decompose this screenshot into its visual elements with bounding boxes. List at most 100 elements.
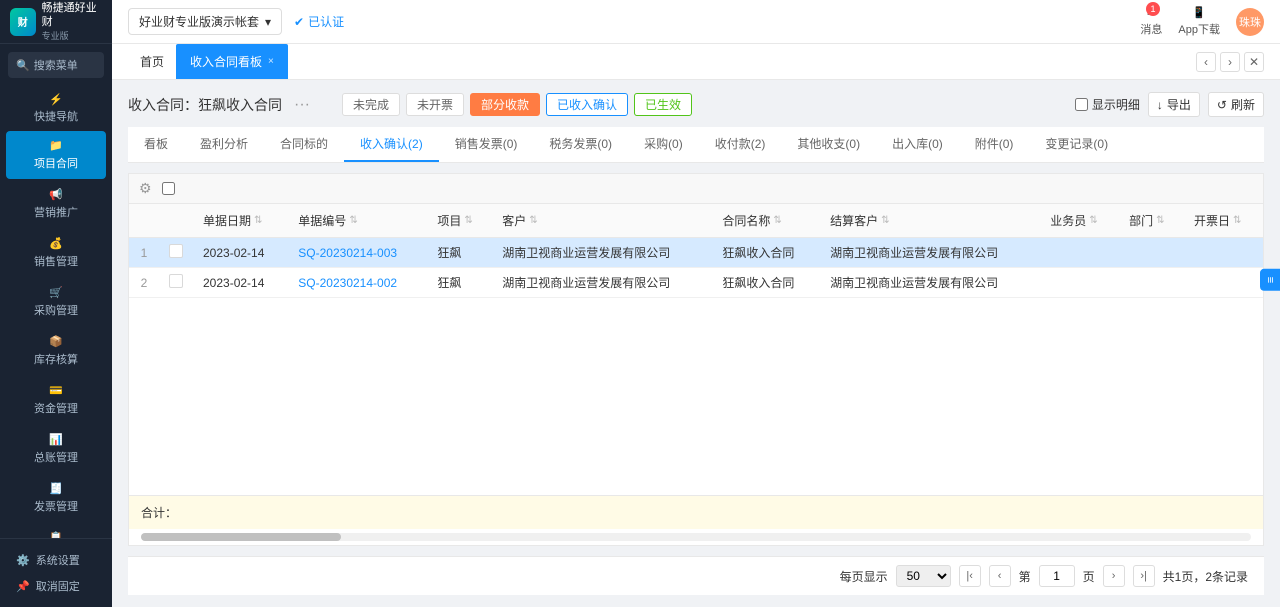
row-2-checkbox[interactable] <box>169 274 183 288</box>
tab-nav-buttons: ‹ › ✕ <box>1196 52 1264 72</box>
header-actions: 显示明细 ↓ 导出 ↺ 刷新 <box>1075 92 1264 117</box>
scroll-thumb[interactable] <box>141 533 341 541</box>
tab-home[interactable]: 首页 <box>128 44 176 79</box>
export-button[interactable]: ↓ 导出 <box>1148 92 1200 117</box>
data-table-container: ⚙ 单据日期 ⇅ <box>128 173 1264 546</box>
col-contract-name-label: 合同名称 <box>722 212 770 229</box>
page-input[interactable] <box>1039 565 1075 587</box>
app-download-button[interactable]: 📱 App下载 <box>1178 6 1220 37</box>
status-incomplete[interactable]: 未完成 <box>342 93 400 116</box>
col-order-sort[interactable]: ⇅ <box>349 215 357 226</box>
tab-attachments[interactable]: 附件(0) <box>959 127 1030 162</box>
row-1-project: 狂飙 <box>427 238 492 268</box>
sidebar-item-inventory[interactable]: 📦 库存核算 <box>6 327 106 375</box>
quick-nav-label: 快捷导航 <box>34 108 78 124</box>
tab-purchase[interactable]: 采购(0) <box>628 127 699 162</box>
sidebar-item-unpin[interactable]: 📌 取消固定 <box>8 573 104 599</box>
col-billing-customer-label: 结算客户 <box>830 212 878 229</box>
col-invoice-date-sort[interactable]: ⇅ <box>1233 215 1241 226</box>
sidebar-item-settings[interactable]: ⚙️ 系统设置 <box>8 547 104 573</box>
tab-payment[interactable]: 收付款(2) <box>699 127 782 162</box>
tab-profit-analysis[interactable]: 盈利分析 <box>184 127 264 162</box>
table-header-row: 单据日期 ⇅ 单据编号 ⇅ <box>129 204 1263 238</box>
col-customer-sort[interactable]: ⇅ <box>529 215 537 226</box>
tab-tax-invoice[interactable]: 税务发票(0) <box>533 127 628 162</box>
select-all-checkbox[interactable] <box>162 182 175 195</box>
user-avatar[interactable]: 珠珠 <box>1236 8 1264 36</box>
sidebar-item-invoice[interactable]: 🧾 发票管理 <box>6 474 106 522</box>
tab-next-button[interactable]: › <box>1220 52 1240 72</box>
row-1-date: 2023-02-14 <box>193 238 288 268</box>
tab-change-log[interactable]: 变更记录(0) <box>1029 127 1124 162</box>
first-page-button[interactable]: |‹ <box>959 565 981 587</box>
status-partial-receipt[interactable]: 部分收款 <box>470 93 540 116</box>
status-uninvoiced[interactable]: 未开票 <box>406 93 464 116</box>
tab-sales-invoice[interactable]: 销售发票(0) <box>439 127 534 162</box>
contract-header: 收入合同：狂飙收入合同 ··· 未完成 未开票 部分收款 已收入确认 已生效 显… <box>128 92 1264 117</box>
more-options-icon[interactable]: ··· <box>294 96 310 114</box>
records-table: 单据日期 ⇅ 单据编号 ⇅ <box>129 204 1263 298</box>
page-total: 共1页，2条记录 <box>1163 568 1248 585</box>
last-page-button[interactable]: ›| <box>1133 565 1155 587</box>
sidebar-item-tax[interactable]: 📋 税务管理 <box>6 523 106 538</box>
col-date-sort[interactable]: ⇅ <box>254 215 262 226</box>
refresh-button[interactable]: ↺ 刷新 <box>1208 92 1264 117</box>
col-department-sort[interactable]: ⇅ <box>1156 215 1164 226</box>
right-sidebar-collapse-button[interactable]: ≡ <box>1260 269 1280 291</box>
sales-label: 销售管理 <box>34 253 78 269</box>
sidebar: 财 畅捷通好业财 专业版 🔍 搜索菜单 ⚡ 快捷导航 📁 项目合同 📢 营销推广… <box>0 0 112 607</box>
avatar-text: 珠珠 <box>1239 14 1261 30</box>
sidebar-item-finance[interactable]: 💳 资金管理 <box>6 376 106 424</box>
sidebar-item-ledger[interactable]: 📊 总账管理 <box>6 425 106 473</box>
sidebar-item-project-contract[interactable]: 📁 项目合同 <box>6 131 106 179</box>
sidebar-item-sales[interactable]: 💰 销售管理 <box>6 229 106 277</box>
tab-other-income[interactable]: 其他收支(0) <box>781 127 876 162</box>
table-scroll-area[interactable]: 单据日期 ⇅ 单据编号 ⇅ <box>129 204 1263 495</box>
next-page-button[interactable]: › <box>1103 565 1125 587</box>
table-settings-icon[interactable]: ⚙ <box>139 180 152 197</box>
row-1-department <box>1119 238 1184 268</box>
show-detail-checkbox[interactable] <box>1075 98 1088 111</box>
col-department-label: 部门 <box>1129 212 1153 229</box>
tax-icon: 📋 <box>49 531 63 538</box>
row-1-checkbox[interactable] <box>169 244 183 258</box>
sidebar-item-marketing[interactable]: 📢 营销推广 <box>6 180 106 228</box>
sidebar-item-quick-nav[interactable]: ⚡ 快捷导航 <box>6 87 106 130</box>
app-logo-icon: 财 <box>10 8 36 36</box>
table-toolbar: ⚙ <box>129 174 1263 204</box>
row-2-customer: 湖南卫视商业运营发展有限公司 <box>492 268 712 298</box>
sum-label: 合计： <box>141 504 177 521</box>
status-effective[interactable]: 已生效 <box>634 93 692 116</box>
contract-name: 狂飙收入合同 <box>198 97 282 113</box>
message-badge: 1 <box>1146 2 1160 16</box>
table-row[interactable]: 2 2023-02-14 SQ-20230214-002 狂飙 湖南卫视商业运营… <box>129 268 1263 298</box>
col-salesperson-sort[interactable]: ⇅ <box>1089 215 1097 226</box>
sidebar-item-purchase[interactable]: 🛒 采购管理 <box>6 278 106 326</box>
search-menu-button[interactable]: 🔍 搜索菜单 <box>8 52 104 78</box>
tab-contract-subject[interactable]: 合同标的 <box>264 127 344 162</box>
marketing-icon: 📢 <box>49 188 63 201</box>
tab-contract-board[interactable]: 收入合同看板 × <box>176 44 288 79</box>
status-revenue-confirmed[interactable]: 已收入确认 <box>546 93 628 116</box>
col-contract-name-sort[interactable]: ⇅ <box>773 215 781 226</box>
tab-prev-button[interactable]: ‹ <box>1196 52 1216 72</box>
row-2-order-no[interactable]: SQ-20230214-002 <box>288 268 427 298</box>
col-billing-sort[interactable]: ⇅ <box>881 215 889 226</box>
tab-warehouse[interactable]: 出入库(0) <box>876 127 959 162</box>
tab-board[interactable]: 看板 <box>128 127 184 162</box>
message-button[interactable]: ✉ 1 消息 <box>1140 6 1162 37</box>
show-detail-checkbox-label[interactable]: 显示明细 <box>1075 96 1140 113</box>
message-label: 消息 <box>1140 21 1162 37</box>
tab-revenue-confirm[interactable]: 收入确认(2) <box>344 127 439 162</box>
tab-close-icon[interactable]: × <box>268 56 274 67</box>
table-row[interactable]: 1 2023-02-14 SQ-20230214-003 狂飙 湖南卫视商业运营… <box>129 238 1263 268</box>
horizontal-scrollbar[interactable] <box>141 533 1251 541</box>
inventory-icon: 📦 <box>49 335 63 348</box>
show-detail-label: 显示明细 <box>1092 96 1140 113</box>
row-1-order-no[interactable]: SQ-20230214-003 <box>288 238 427 268</box>
tab-close-all-button[interactable]: ✕ <box>1244 52 1264 72</box>
company-selector[interactable]: 好业财专业版演示帐套 ▾ <box>128 8 282 35</box>
col-project-sort[interactable]: ⇅ <box>464 215 472 226</box>
prev-page-button[interactable]: ‹ <box>989 565 1011 587</box>
per-page-select[interactable]: 50 100 200 <box>896 565 951 587</box>
